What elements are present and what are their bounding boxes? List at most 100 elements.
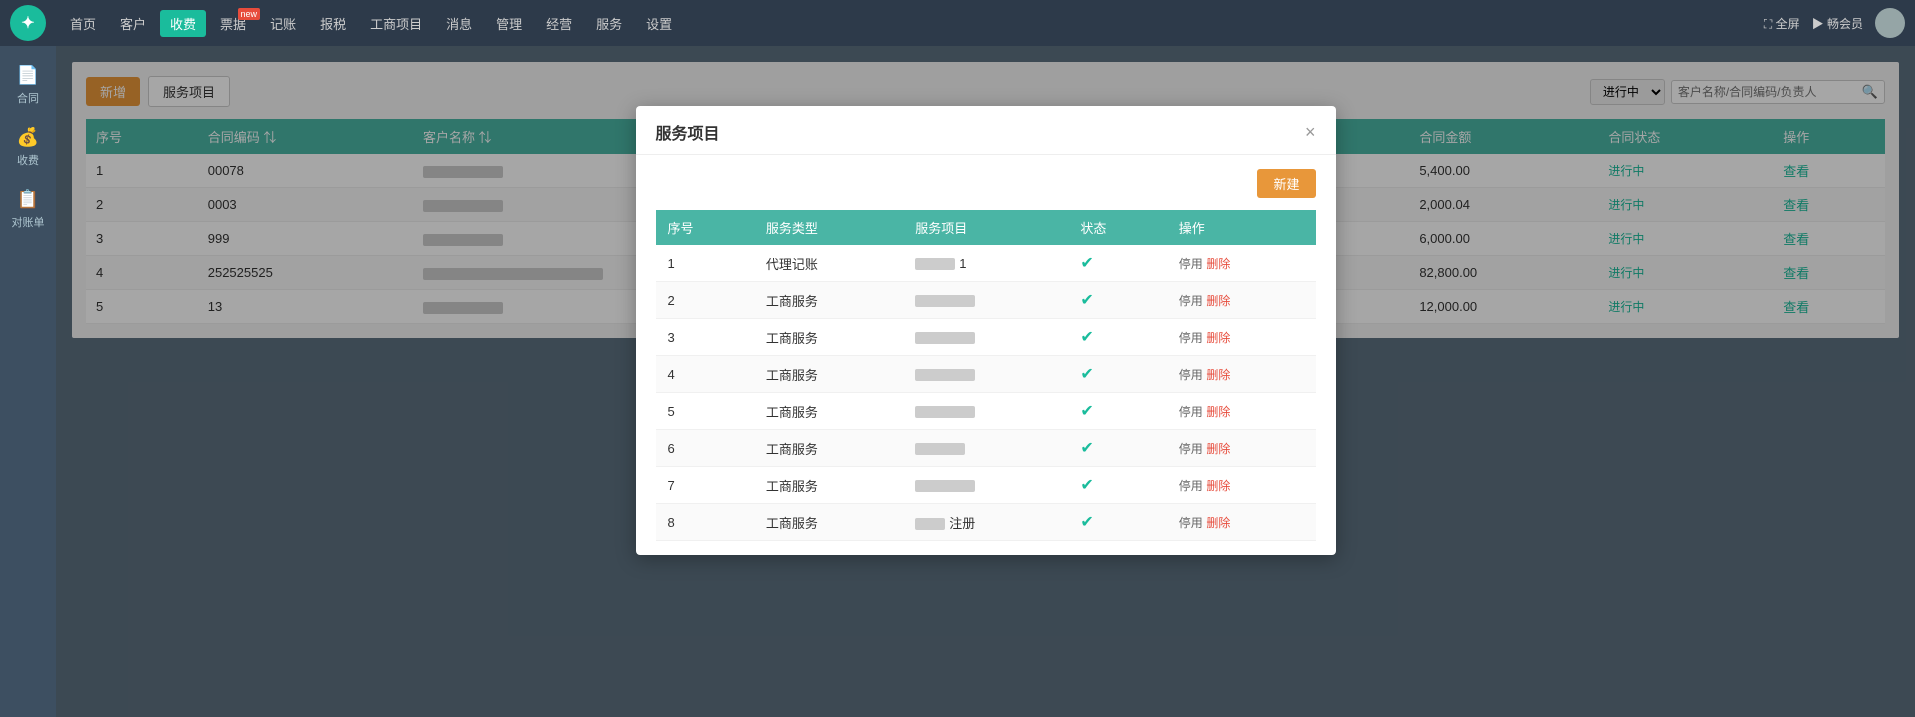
- mcell-item: [903, 430, 1068, 467]
- modal-body: 新建 序号 服务类型 服务项目 状态 操作: [636, 155, 1336, 555]
- nav-home[interactable]: 首页: [60, 10, 106, 37]
- mcell-type: 工商服务: [754, 504, 903, 541]
- mcell-status: ✔: [1068, 430, 1166, 467]
- modal-close-button[interactable]: ×: [1305, 122, 1316, 143]
- mcol-ops: 操作: [1167, 210, 1316, 245]
- nav-billing[interactable]: 收费: [160, 10, 206, 37]
- reconcile-icon: 📋: [17, 188, 39, 210]
- mcell-ops: 停用 删除: [1167, 245, 1316, 282]
- mcell-type: 工商服务: [754, 356, 903, 393]
- sidebar-item-billing[interactable]: 💰 收费: [3, 118, 53, 176]
- modal-header-row: 序号 服务类型 服务项目 状态 操作: [656, 210, 1316, 245]
- mcell-item: [903, 319, 1068, 356]
- mcell-status: ✔: [1068, 393, 1166, 430]
- sidebar-item-contract[interactable]: 📄 合同: [3, 56, 53, 114]
- nav-settings[interactable]: 设置: [636, 10, 682, 37]
- mcell-item: [903, 467, 1068, 504]
- mcell-id: 6: [656, 430, 754, 467]
- mcell-ops: 停用 删除: [1167, 504, 1316, 541]
- disable-button[interactable]: 停用: [1179, 329, 1203, 346]
- mcell-type: 工商服务: [754, 282, 903, 319]
- delete-button[interactable]: 删除: [1206, 255, 1230, 272]
- modal-toolbar: 新建: [656, 169, 1316, 198]
- nav-message[interactable]: 消息: [436, 10, 482, 37]
- mcell-id: 8: [656, 504, 754, 541]
- modal-table-row: 8 工商服务 注册 ✔ 停用 删除: [656, 504, 1316, 541]
- modal-header: 服务项目 ×: [636, 106, 1336, 155]
- mcell-ops: 停用 删除: [1167, 393, 1316, 430]
- disable-button[interactable]: 停用: [1179, 477, 1203, 494]
- logo-icon: ✦: [10, 5, 46, 41]
- nav-client[interactable]: 客户: [110, 10, 156, 37]
- modal-table-row: 3 工商服务 ✔ 停用 删除: [656, 319, 1316, 356]
- fullscreen-btn[interactable]: ⛶ 全屏: [1764, 15, 1800, 32]
- mcell-item: [903, 393, 1068, 430]
- mcell-type: 工商服务: [754, 393, 903, 430]
- service-modal: 服务项目 × 新建 序号 服务类型 服务项目: [636, 106, 1336, 555]
- vip-btn[interactable]: ▶ 畅会员: [1812, 15, 1863, 32]
- modal-table-row: 5 工商服务 ✔ 停用 删除: [656, 393, 1316, 430]
- disable-button[interactable]: 停用: [1179, 514, 1203, 531]
- sidebar: 📄 合同 💰 收费 📋 对账单: [0, 46, 56, 717]
- delete-button[interactable]: 删除: [1206, 440, 1230, 457]
- mcell-type: 代理记账: [754, 245, 903, 282]
- delete-button[interactable]: 删除: [1206, 329, 1230, 346]
- disable-button[interactable]: 停用: [1179, 292, 1203, 309]
- nav-service[interactable]: 服务: [586, 10, 632, 37]
- mcell-type: 工商服务: [754, 319, 903, 356]
- nav-tax[interactable]: 报税: [310, 10, 356, 37]
- disable-button[interactable]: 停用: [1179, 366, 1203, 383]
- nav-manage[interactable]: 管理: [486, 10, 532, 37]
- content-area: 新增 服务项目 进行中 已结束 全部 🔍: [56, 46, 1915, 717]
- mcell-ops: 停用 删除: [1167, 430, 1316, 467]
- service-items-table: 序号 服务类型 服务项目 状态 操作 1 代理记账 1 ✔ 停用: [656, 210, 1316, 541]
- nav-right: ⛶ 全屏 ▶ 畅会员: [1764, 8, 1905, 38]
- mcell-status: ✔: [1068, 319, 1166, 356]
- mcell-ops: 停用 删除: [1167, 282, 1316, 319]
- nav-items: 首页 客户 收费 票据 new 记账 报税 工商项目 消息 管理 经营 服务 设…: [60, 10, 1764, 37]
- delete-button[interactable]: 删除: [1206, 366, 1230, 383]
- mcell-status: ✔: [1068, 245, 1166, 282]
- mcell-status: ✔: [1068, 282, 1166, 319]
- delete-button[interactable]: 删除: [1206, 403, 1230, 420]
- nav-invoice[interactable]: 票据 new: [210, 10, 256, 37]
- nav-operation[interactable]: 经营: [536, 10, 582, 37]
- modal-table-row: 7 工商服务 ✔ 停用 删除: [656, 467, 1316, 504]
- modal-table-row: 2 工商服务 ✔ 停用 删除: [656, 282, 1316, 319]
- avatar[interactable]: [1875, 8, 1905, 38]
- mcell-status: ✔: [1068, 467, 1166, 504]
- mcell-ops: 停用 删除: [1167, 319, 1316, 356]
- mcell-item: [903, 356, 1068, 393]
- mcol-item: 服务项目: [903, 210, 1068, 245]
- modal-table-row: 4 工商服务 ✔ 停用 删除: [656, 356, 1316, 393]
- mcell-id: 4: [656, 356, 754, 393]
- modal-table-row: 6 工商服务 ✔ 停用 删除: [656, 430, 1316, 467]
- mcell-id: 7: [656, 467, 754, 504]
- disable-button[interactable]: 停用: [1179, 440, 1203, 457]
- delete-button[interactable]: 删除: [1206, 292, 1230, 309]
- delete-button[interactable]: 删除: [1206, 514, 1230, 531]
- disable-button[interactable]: 停用: [1179, 403, 1203, 420]
- nav-accounting[interactable]: 记账: [260, 10, 306, 37]
- mcell-id: 5: [656, 393, 754, 430]
- nav-business[interactable]: 工商项目: [360, 10, 432, 37]
- disable-button[interactable]: 停用: [1179, 255, 1203, 272]
- modal-title: 服务项目: [656, 120, 720, 144]
- modal-new-button[interactable]: 新建: [1257, 169, 1315, 198]
- mcell-status: ✔: [1068, 356, 1166, 393]
- mcol-status: 状态: [1068, 210, 1166, 245]
- modal-table-row: 1 代理记账 1 ✔ 停用 删除: [656, 245, 1316, 282]
- mcell-ops: 停用 删除: [1167, 356, 1316, 393]
- mcell-ops: 停用 删除: [1167, 467, 1316, 504]
- mcell-id: 3: [656, 319, 754, 356]
- modal-table-scroll[interactable]: 序号 服务类型 服务项目 状态 操作 1 代理记账 1 ✔ 停用: [656, 210, 1316, 541]
- modal-overlay: 服务项目 × 新建 序号 服务类型 服务项目: [56, 46, 1915, 717]
- mcell-id: 1: [656, 245, 754, 282]
- delete-button[interactable]: 删除: [1206, 477, 1230, 494]
- top-nav: ✦ 首页 客户 收费 票据 new 记账 报税 工商项目 消息 管理 经营 服务…: [0, 0, 1915, 46]
- mcell-item: 1: [903, 245, 1068, 282]
- mcol-id: 序号: [656, 210, 754, 245]
- mcell-type: 工商服务: [754, 467, 903, 504]
- mcell-item: 注册: [903, 504, 1068, 541]
- sidebar-item-reconcile[interactable]: 📋 对账单: [3, 180, 53, 238]
